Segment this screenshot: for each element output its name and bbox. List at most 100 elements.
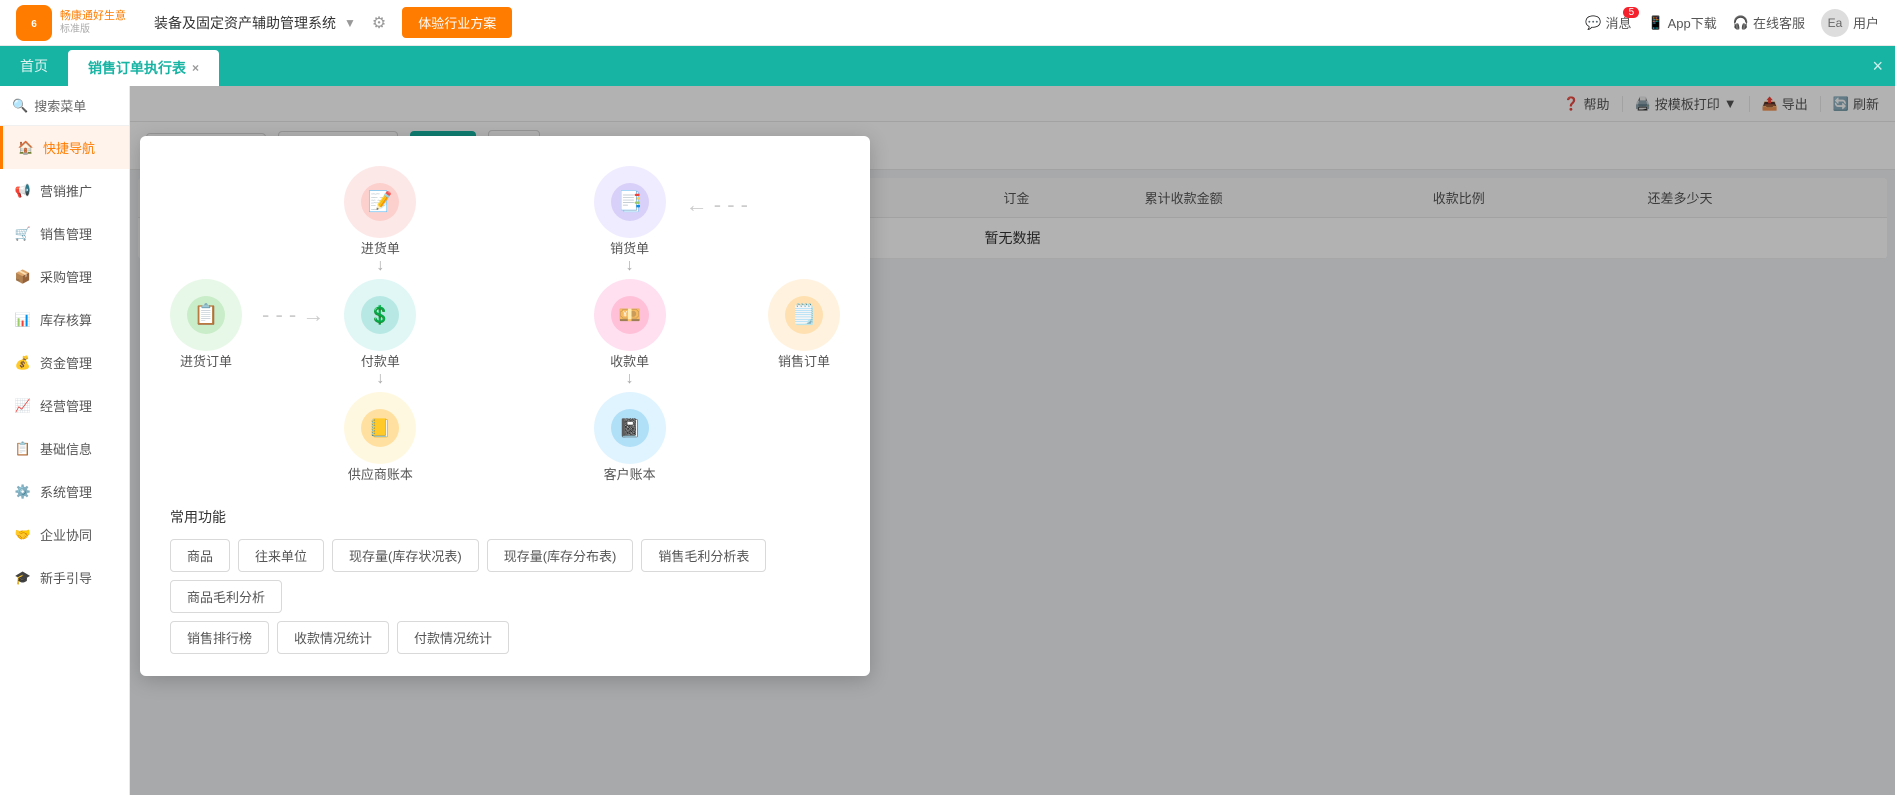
common-functions: 常用功能 商品 往来单位 现存量(库存状况表) 现存量(库存分布表) 销售毛利分… bbox=[170, 507, 840, 654]
arrow-down-1: ↓ bbox=[376, 257, 384, 275]
func-btn-sales-rank[interactable]: 销售排行榜 bbox=[170, 621, 269, 654]
function-buttons-row2: 销售排行榜 收款情况统计 付款情况统计 bbox=[170, 621, 840, 654]
svg-text:📝: 📝 bbox=[368, 189, 393, 213]
func-btn-receipt-stat[interactable]: 收款情况统计 bbox=[277, 621, 389, 654]
node-customer-ledger-label: 客户账本 bbox=[604, 464, 656, 483]
service-label: 在线客服 bbox=[1753, 13, 1805, 32]
sales-icon: 🛒 bbox=[14, 225, 32, 243]
arrow-down-2: ↓ bbox=[376, 370, 384, 388]
headset-icon: 🎧 bbox=[1733, 15, 1749, 31]
modal: 📋 进货订单 - - - → 📝 bbox=[140, 136, 870, 676]
header-right: 💬 消息 5 📱 App下载 🎧 在线客服 Ea 用户 bbox=[1585, 9, 1879, 37]
home-icon: 🏠 bbox=[17, 139, 35, 157]
tab-home-label: 首页 bbox=[20, 56, 48, 76]
user-area[interactable]: Ea 用户 bbox=[1821, 9, 1879, 37]
user-label: 用户 bbox=[1853, 13, 1879, 32]
sidebar-item-system[interactable]: ⚙️ 系统管理 bbox=[0, 470, 129, 513]
node-supplier-ledger-label: 供应商账本 bbox=[348, 464, 413, 483]
sidebar-item-purchase[interactable]: 📦 采购管理 bbox=[0, 255, 129, 298]
sidebar-label-operations: 经营管理 bbox=[40, 396, 92, 415]
tab-home[interactable]: 首页 bbox=[0, 46, 68, 86]
func-btn-partner[interactable]: 往来单位 bbox=[238, 539, 324, 572]
sidebar-item-marketing[interactable]: 📢 营销推广 bbox=[0, 169, 129, 212]
func-btn-stock-status[interactable]: 现存量(库存状况表) bbox=[332, 539, 479, 572]
func-btn-product[interactable]: 商品 bbox=[170, 539, 230, 572]
top-header: 6 畅康通好生意 标准版 装备及固定资产辅助管理系统 ▼ ⚙ 体验行业方案 💬 … bbox=[0, 0, 1895, 46]
system-icon: ⚙️ bbox=[14, 483, 32, 501]
app-download-btn[interactable]: 📱 App下载 bbox=[1647, 13, 1716, 32]
tab-sales-order-label: 销售订单执行表 bbox=[88, 58, 186, 78]
arrow-down-3: ↓ bbox=[626, 257, 634, 275]
settings-icon[interactable]: ⚙ bbox=[372, 13, 386, 33]
phone-icon: 📱 bbox=[1647, 15, 1663, 31]
node-sales-label: 销货单 bbox=[610, 238, 649, 257]
trial-button[interactable]: 体验行业方案 bbox=[402, 7, 512, 38]
node-purchase-order-label: 进货订单 bbox=[180, 351, 232, 370]
sidebar-item-enterprise[interactable]: 🤝 企业协同 bbox=[0, 513, 129, 556]
app-label: App下载 bbox=[1668, 13, 1717, 32]
avatar-text: Ea bbox=[1828, 16, 1843, 30]
sidebar-item-inventory[interactable]: 📊 库存核算 bbox=[0, 298, 129, 341]
arrow-left-1: ← - - - bbox=[686, 192, 748, 218]
sidebar-item-finance[interactable]: 💰 资金管理 bbox=[0, 341, 129, 384]
tab-bar-close-icon[interactable]: × bbox=[1872, 56, 1883, 77]
func-btn-sales-margin[interactable]: 销售毛利分析表 bbox=[641, 539, 766, 572]
tab-bar: 首页 销售订单执行表 × × bbox=[0, 46, 1895, 86]
enterprise-icon: 🤝 bbox=[14, 526, 32, 544]
arrow-right-1: - - - → bbox=[262, 302, 324, 328]
message-btn[interactable]: 💬 消息 5 bbox=[1585, 13, 1631, 32]
sidebar-item-sales[interactable]: 🛒 销售管理 bbox=[0, 212, 129, 255]
modal-overlay[interactable]: 📋 进货订单 - - - → 📝 bbox=[130, 86, 1895, 795]
col-sales-order: 🗒️ 销售订单 bbox=[768, 279, 840, 370]
logo-text: 畅康通好生意 标准版 bbox=[60, 9, 126, 36]
sidebar-label-sales: 销售管理 bbox=[40, 224, 92, 243]
message-badge: 5 bbox=[1623, 7, 1639, 18]
sidebar-label-basic-info: 基础信息 bbox=[40, 439, 92, 458]
func-btn-product-margin[interactable]: 商品毛利分析 bbox=[170, 580, 282, 613]
guide-icon: 🎓 bbox=[14, 569, 32, 587]
system-name: 装备及固定资产辅助管理系统 bbox=[154, 13, 336, 33]
node-sales-order-label: 销售订单 bbox=[778, 351, 830, 370]
logo-area: 6 畅康通好生意 标准版 bbox=[16, 5, 146, 41]
sidebar-item-basic-info[interactable]: 📋 基础信息 bbox=[0, 427, 129, 470]
message-icon: 💬 bbox=[1585, 15, 1601, 31]
node-purchase-label: 进货单 bbox=[361, 238, 400, 257]
dropdown-arrow-icon[interactable]: ▼ bbox=[344, 16, 356, 30]
func-btn-payment-stat[interactable]: 付款情况统计 bbox=[397, 621, 509, 654]
svg-text:📋: 📋 bbox=[194, 302, 219, 326]
online-service-btn[interactable]: 🎧 在线客服 bbox=[1733, 13, 1805, 32]
node-payment-out-label: 付款单 bbox=[361, 351, 400, 370]
inventory-icon: 📊 bbox=[14, 311, 32, 329]
common-functions-title: 常用功能 bbox=[170, 507, 840, 527]
sidebar-item-operations[interactable]: 📈 经营管理 bbox=[0, 384, 129, 427]
tab-close-icon[interactable]: × bbox=[192, 61, 199, 75]
avatar: Ea bbox=[1821, 9, 1849, 37]
func-btn-stock-dist[interactable]: 现存量(库存分布表) bbox=[487, 539, 634, 572]
sidebar-label-inventory: 库存核算 bbox=[40, 310, 92, 329]
svg-text:📒: 📒 bbox=[369, 418, 391, 438]
sidebar-label-marketing: 营销推广 bbox=[40, 181, 92, 200]
sidebar-label-system: 系统管理 bbox=[40, 482, 92, 501]
sidebar: 🔍 搜索菜单 🏠 快捷导航 📢 营销推广 🛒 销售管理 📦 采购管理 📊 库存核… bbox=[0, 86, 130, 795]
search-menu[interactable]: 🔍 搜索菜单 bbox=[0, 86, 129, 126]
finance-icon: 💰 bbox=[14, 354, 32, 372]
svg-text:📑: 📑 bbox=[617, 189, 642, 213]
sidebar-label-finance: 资金管理 bbox=[40, 353, 92, 372]
col-sales: 📑 销货单 ↓ 💴 收款单 ↓ 📓 客户 bbox=[594, 166, 666, 483]
sidebar-label-enterprise: 企业协同 bbox=[40, 525, 92, 544]
col-purchase: 📝 进货单 ↓ 💲 付款单 ↓ 📒 供应 bbox=[344, 166, 416, 483]
node-payment-in-label: 收款单 bbox=[610, 351, 649, 370]
sidebar-item-home[interactable]: 🏠 快捷导航 bbox=[0, 126, 129, 169]
system-title: 装备及固定资产辅助管理系统 ▼ ⚙ 体验行业方案 bbox=[154, 7, 1585, 38]
svg-text:🗒️: 🗒️ bbox=[792, 302, 817, 326]
node-purchase-order: 📋 进货订单 bbox=[170, 279, 242, 370]
sidebar-item-guide[interactable]: 🎓 新手引导 bbox=[0, 556, 129, 599]
marketing-icon: 📢 bbox=[14, 182, 32, 200]
tab-sales-order[interactable]: 销售订单执行表 × bbox=[68, 50, 219, 86]
content-area: ❓ 帮助 🖨️ 按模板打印 ▼ 📤 导出 🔄 刷新 yyyy-m bbox=[130, 86, 1895, 795]
svg-text:💴: 💴 bbox=[618, 305, 640, 325]
main-layout: 🔍 搜索菜单 🏠 快捷导航 📢 营销推广 🛒 销售管理 📦 采购管理 📊 库存核… bbox=[0, 86, 1895, 795]
search-icon: 🔍 bbox=[12, 98, 28, 114]
svg-text:💲: 💲 bbox=[369, 304, 391, 325]
logo-icon: 6 bbox=[16, 5, 52, 41]
